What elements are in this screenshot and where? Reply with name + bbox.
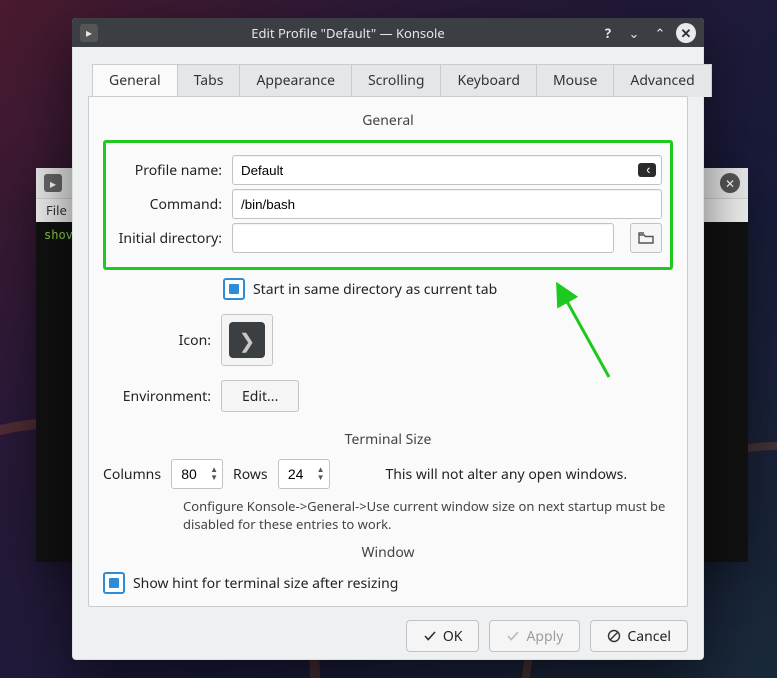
rows-input[interactable] bbox=[279, 459, 313, 489]
dialog-button-bar: OK Apply Cancel bbox=[72, 611, 704, 660]
apply-button[interactable]: Apply bbox=[489, 620, 580, 652]
show-hint-label: Show hint for terminal size after resizi… bbox=[133, 574, 398, 593]
initial-dir-input[interactable] bbox=[232, 223, 614, 253]
start-same-dir-label: Start in same directory as current tab bbox=[253, 280, 497, 299]
check-icon bbox=[423, 629, 437, 643]
tab-keyboard[interactable]: Keyboard bbox=[440, 64, 536, 97]
icon-label: Icon: bbox=[103, 331, 211, 350]
terminal-note-2: Configure Konsole->General->Use current … bbox=[183, 497, 673, 533]
show-hint-checkbox[interactable] bbox=[103, 572, 125, 594]
terminal-icon-preview: ❯ bbox=[229, 322, 265, 358]
columns-label: Columns bbox=[103, 465, 161, 484]
cancel-button[interactable]: Cancel bbox=[590, 620, 688, 652]
columns-input[interactable] bbox=[172, 459, 206, 489]
chevron-down-icon[interactable]: ▼ bbox=[313, 474, 329, 482]
command-input[interactable] bbox=[232, 189, 662, 219]
minimize-button[interactable]: ⌄ bbox=[624, 24, 644, 42]
terminal-app-icon: ▸ bbox=[44, 174, 62, 192]
tab-mouse[interactable]: Mouse bbox=[536, 64, 614, 97]
start-same-dir-checkbox[interactable] bbox=[223, 278, 245, 300]
maximize-button[interactable]: ⌃ bbox=[650, 24, 670, 42]
edit-profile-dialog: ▸ Edit Profile "Default" — Konsole ? ⌄ ⌃… bbox=[72, 18, 704, 660]
dialog-title: Edit Profile "Default" — Konsole bbox=[104, 24, 592, 42]
terminal-app-icon: ▸ bbox=[80, 24, 98, 42]
tab-general[interactable]: General bbox=[92, 64, 178, 97]
section-window: Window bbox=[103, 543, 673, 562]
clear-icon[interactable]: ✕ bbox=[638, 163, 656, 177]
bg-menu-file[interactable]: File bbox=[46, 201, 67, 223]
close-button[interactable]: ✕ bbox=[676, 23, 696, 43]
browse-folder-button[interactable] bbox=[630, 223, 662, 253]
bg-terminal-prompt: shov bbox=[44, 228, 73, 242]
tab-appearance[interactable]: Appearance bbox=[239, 64, 352, 97]
choose-icon-button[interactable]: ❯ bbox=[221, 314, 273, 366]
rows-spinbox[interactable]: ▲▼ bbox=[278, 459, 330, 489]
tabbar: General Tabs Appearance Scrolling Keyboa… bbox=[92, 63, 688, 96]
edit-environment-button[interactable]: Edit... bbox=[221, 380, 299, 412]
environment-label: Environment: bbox=[103, 387, 211, 406]
terminal-note-1: This will not alter any open windows. bbox=[340, 465, 673, 484]
folder-open-icon bbox=[638, 231, 654, 245]
check-icon bbox=[506, 629, 520, 643]
cancel-icon bbox=[607, 629, 621, 643]
section-terminal-size: Terminal Size bbox=[103, 430, 673, 449]
profile-name-input[interactable] bbox=[232, 155, 662, 185]
dialog-titlebar[interactable]: ▸ Edit Profile "Default" — Konsole ? ⌄ ⌃… bbox=[72, 18, 704, 47]
tab-tabs[interactable]: Tabs bbox=[177, 64, 241, 97]
rows-label: Rows bbox=[233, 465, 268, 484]
tab-advanced[interactable]: Advanced bbox=[613, 64, 711, 97]
highlighted-settings-box: Profile name: ✕ Command: Initial directo… bbox=[103, 140, 673, 270]
chevron-down-icon[interactable]: ▼ bbox=[206, 474, 222, 482]
command-label: Command: bbox=[114, 195, 222, 214]
bg-close-button[interactable]: ✕ bbox=[720, 173, 740, 193]
section-general: General bbox=[103, 111, 673, 130]
tab-panel-general: General Profile name: ✕ Command: Initial… bbox=[88, 96, 688, 607]
help-button[interactable]: ? bbox=[598, 24, 618, 42]
ok-button[interactable]: OK bbox=[406, 620, 480, 652]
tab-scrolling[interactable]: Scrolling bbox=[351, 64, 441, 97]
columns-spinbox[interactable]: ▲▼ bbox=[171, 459, 223, 489]
profile-name-label: Profile name: bbox=[114, 161, 222, 180]
initial-dir-label: Initial directory: bbox=[114, 229, 222, 248]
